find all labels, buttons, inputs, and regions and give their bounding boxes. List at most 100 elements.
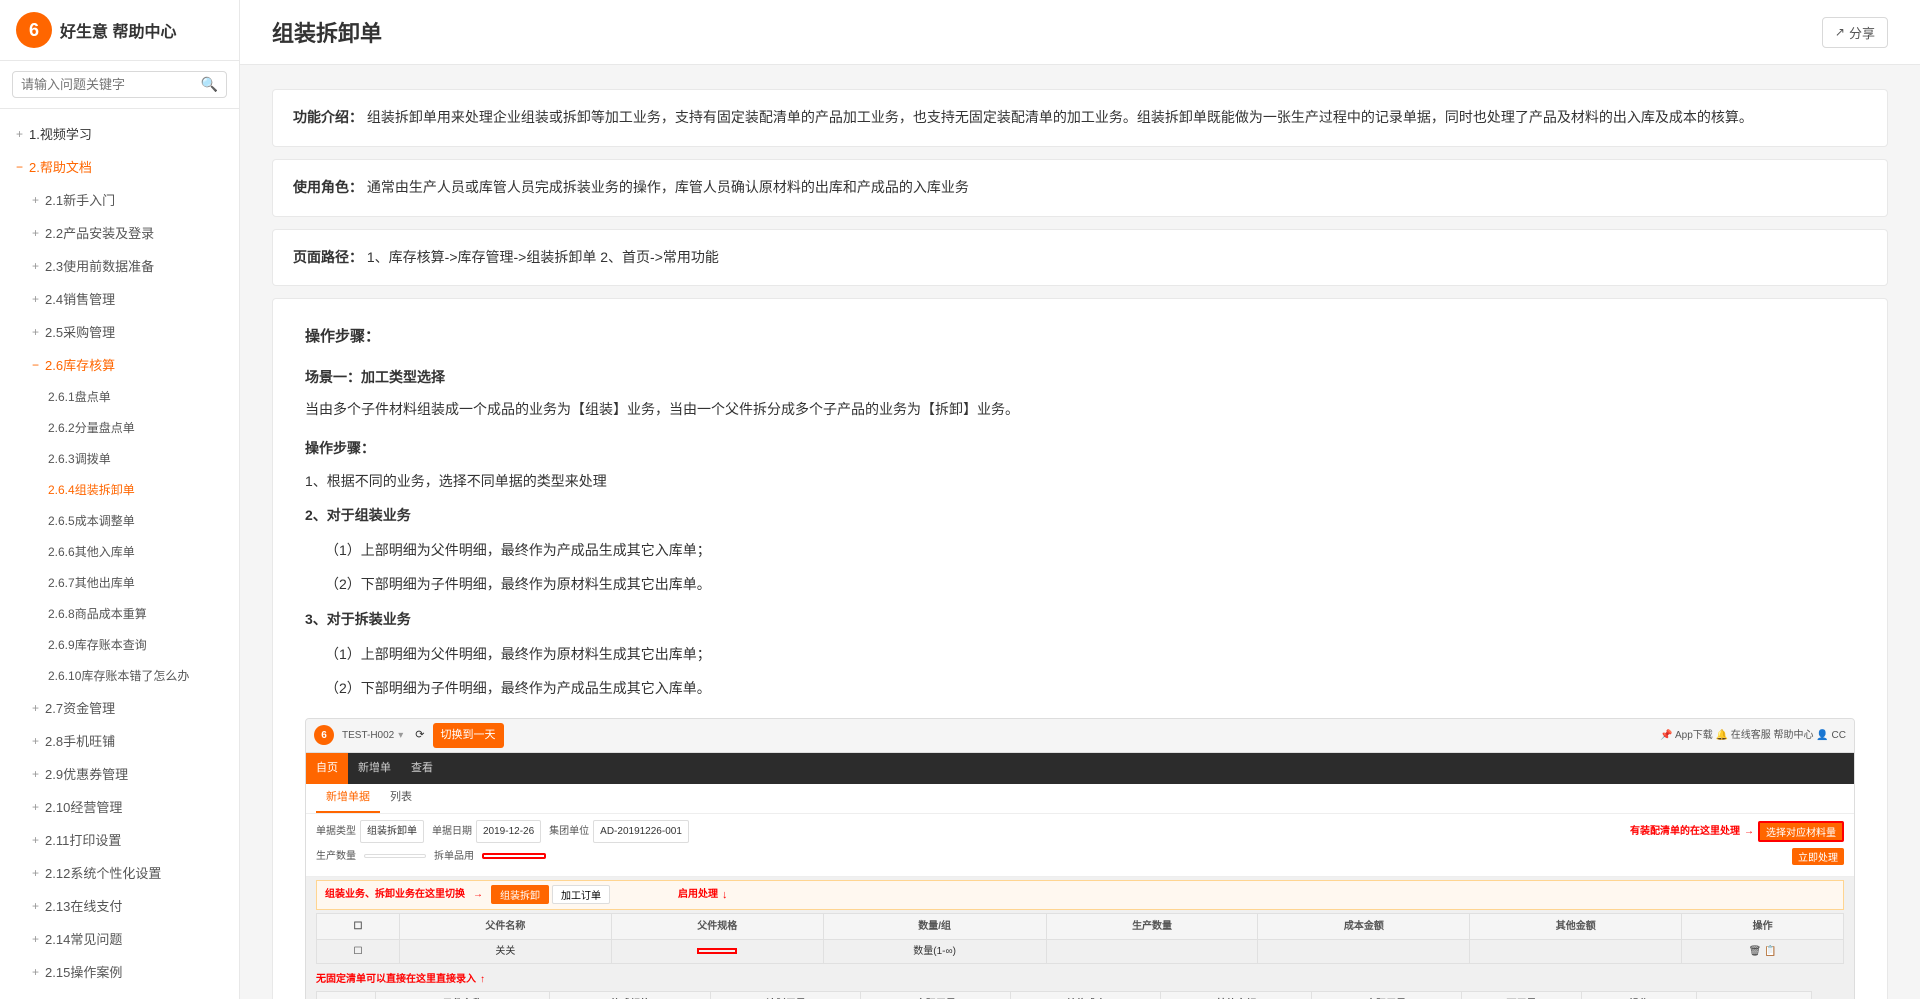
expand-icon: +	[32, 292, 39, 306]
share-button[interactable]: ↗ 分享	[1822, 17, 1888, 48]
mock-split-field[interactable]	[482, 853, 546, 859]
mock-field-code-value[interactable]: AD-20191226-001	[593, 820, 689, 843]
mock-field-type-value[interactable]: 组装拆卸单	[360, 820, 424, 843]
sidebar-item-2-6-3[interactable]: 2.6.3调拨单	[0, 443, 239, 474]
mock-topbar: 6 TEST-H002 ▾ ⟳ 切换到一天 📌 App下载 🔔 在线客服 帮助中…	[306, 719, 1854, 753]
role-block: 使用角色： 通常由生产人员或库管人员完成拆装业务的操作，库管人员确认原材料的出库…	[272, 159, 1888, 217]
sidebar-item-2-11[interactable]: + 2.11打印设置	[0, 823, 239, 856]
mock-form-row2: 生产数量 拆单品用 立即处理	[316, 847, 1844, 866]
sidebar-item-label: 2.5采购管理	[45, 322, 115, 341]
mock-tab-create[interactable]: 新增单据	[316, 784, 380, 813]
sidebar-item-2-15[interactable]: + 2.15操作案例	[0, 955, 239, 988]
sidebar-item-label: 2.6.2分量盘点单	[48, 419, 135, 436]
mock-confirm-btn[interactable]: 立即处理	[1792, 848, 1844, 865]
step2-sub1: （1）上部明细为父件明细，最终作为产成品生成其它入库单；	[305, 537, 1855, 564]
sidebar-item-label: 2.10经营管理	[45, 797, 122, 816]
mock-nav-new[interactable]: 新增单	[348, 753, 401, 784]
mock-annotation4-arrow: ↓	[722, 885, 728, 906]
mock-row1-name: 关关	[399, 940, 611, 964]
mock-row1-qty-group: 数量(1-∞)	[823, 940, 1046, 964]
search-icon[interactable]: 🔍	[201, 76, 218, 93]
expand-icon: +	[32, 932, 39, 946]
mock-form-row1: 单据类型 组装拆卸单 单据日期 2019-12-26 集团单位 AD-20191…	[316, 820, 1844, 843]
sidebar-item-2-6[interactable]: − 2.6库存核算	[0, 348, 239, 381]
mock-production-qty[interactable]	[364, 854, 426, 858]
sidebar-item-label: 2.12系统个性化设置	[45, 863, 161, 882]
steps-title: 操作步骤：	[305, 435, 1855, 462]
sidebar-item-2-6-8[interactable]: 2.6.8商品成本重算	[0, 598, 239, 629]
mock-type-process[interactable]: 加工订单	[552, 885, 610, 904]
mock-type-assemble[interactable]: 组装拆卸	[491, 885, 549, 904]
sidebar-item-2-8[interactable]: + 2.8手机旺铺	[0, 724, 239, 757]
mock-nav-home[interactable]: 自页	[306, 753, 348, 784]
screenshot-container: 6 TEST-H002 ▾ ⟳ 切换到一天 📌 App下载 🔔 在线客服 帮助中…	[305, 718, 1855, 999]
mock-row1-spec-field[interactable]	[697, 948, 737, 954]
sidebar-item-label: 1.视频学习	[29, 124, 92, 143]
sidebar-item-2-6-5[interactable]: 2.6.5成本调整单	[0, 505, 239, 536]
sidebar-item-2-12[interactable]: + 2.12系统个性化设置	[0, 856, 239, 889]
mock-row1-op[interactable]: 🗑 📋	[1682, 940, 1844, 964]
mock-bcol-unit-cost: 单位成本	[1011, 992, 1161, 999]
search-box[interactable]: 🔍	[12, 71, 227, 98]
mock-col-parent-spec: 父件规格	[611, 914, 823, 940]
mock-bcol-avail: 可用量	[1461, 992, 1582, 999]
logo-icon: 6	[16, 12, 52, 48]
mock-annotation5-text: 无固定清单可以直接在这里直接录入	[316, 970, 476, 989]
sidebar-item-2-13[interactable]: + 2.13在线支付	[0, 889, 239, 922]
sidebar-item-label: 2.帮助文档	[29, 157, 92, 176]
sidebar-item-docs[interactable]: − 2.帮助文档	[0, 150, 239, 183]
mock-row1-check[interactable]: ☐	[317, 940, 400, 964]
sidebar-item-2-5[interactable]: + 2.5采购管理	[0, 315, 239, 348]
step1: 1、根据不同的业务，选择不同单据的类型来处理	[305, 468, 1855, 495]
mock-bcol-plan: 计划用量	[711, 992, 861, 999]
sidebar-item-2-9[interactable]: + 2.9优惠券管理	[0, 757, 239, 790]
mock-bottom-table: ☐ 子件名称 款式规格 计划用量 实际用量 单位成本 其他金额 实际用量 可用量	[316, 991, 1844, 999]
mock-field-date: 单据日期 2019-12-26	[432, 820, 541, 843]
sidebar-item-2-6-6[interactable]: 2.6.6其他入库单	[0, 536, 239, 567]
mock-field-date-value[interactable]: 2019-12-26	[476, 820, 541, 843]
step3: 3、对于拆装业务	[305, 606, 1855, 633]
role-text: 通常由生产人员或库管人员完成拆装业务的操作，库管人员确认原材料的出库和产成品的入…	[367, 179, 969, 195]
mock-top-table: ☐ 父件名称 父件规格 数量/组 生产数量 成本金额 其他金额 操作	[316, 913, 1844, 964]
expand-icon: +	[32, 259, 39, 273]
mock-row2-label: 生产数量	[316, 847, 356, 866]
mock-nav-view[interactable]: 查看	[401, 753, 443, 784]
mock-row1-cost	[1258, 940, 1470, 964]
logo-area: 6 好生意 帮助中心	[0, 0, 239, 61]
sidebar-item-2-6-7[interactable]: 2.6.7其他出库单	[0, 567, 239, 598]
mock-select-material-btn[interactable]: 选择对应材料量	[1758, 821, 1844, 842]
mock-annotation3-text: 组装业务、拆卸业务在这里切换	[325, 885, 465, 904]
sidebar-item-video[interactable]: + 1.视频学习	[0, 117, 239, 150]
mock-tabs-area: 新增单据 列表	[306, 784, 1854, 814]
sidebar-item-label: 2.6.9库存账本查询	[48, 636, 147, 653]
mock-switch-btn[interactable]: 切换到一天	[433, 723, 504, 748]
sidebar-item-2-3[interactable]: + 2.3使用前数据准备	[0, 249, 239, 282]
mock-field-code: 集团单位 AD-20191226-001	[549, 820, 689, 843]
sidebar-item-2-6-1[interactable]: 2.6.1盘点单	[0, 381, 239, 412]
sidebar-item-label: 2.14常见问题	[45, 929, 122, 948]
mock-bcol-spec: 款式规格	[550, 992, 711, 999]
expand-icon: +	[32, 325, 39, 339]
sidebar-item-2-7[interactable]: + 2.7资金管理	[0, 691, 239, 724]
sidebar-item-2-2[interactable]: + 2.2产品安装及登录	[0, 216, 239, 249]
sidebar-item-label: 2.6.10库存账本错了怎么办	[48, 667, 189, 684]
app-name: 好生意 帮助中心	[60, 18, 176, 42]
mock-tab-list[interactable]: 列表	[380, 784, 422, 813]
mock-annotation3-arrow: →	[473, 885, 483, 904]
mock-type-switch-area: 组装业务、拆卸业务在这里切换 → 组装拆卸 加工订单 启用处理 ↓	[316, 880, 1844, 911]
sidebar-item-2-14[interactable]: + 2.14常见问题	[0, 922, 239, 955]
share-icon: ↗	[1835, 25, 1845, 39]
expand-icon: +	[32, 866, 39, 880]
sidebar-item-2-6-4[interactable]: 2.6.4组装拆卸单	[0, 474, 239, 505]
scene-desc: 当由多个子件材料组装成一个成品的业务为【组装】业务，当由一个父件拆分成多个子产品…	[305, 396, 1855, 423]
search-input[interactable]	[21, 77, 201, 92]
sidebar-item-2-6-2[interactable]: 2.6.2分量盘点单	[0, 412, 239, 443]
sidebar-item-2-6-10[interactable]: 2.6.10库存账本错了怎么办	[0, 660, 239, 691]
sidebar-item-2-6-9[interactable]: 2.6.9库存账本查询	[0, 629, 239, 660]
sidebar-item-2-1[interactable]: + 2.1新手入门	[0, 183, 239, 216]
sidebar-item-2-4[interactable]: + 2.4销售管理	[0, 282, 239, 315]
mock-bcol-icon: ↗	[1696, 992, 1811, 999]
sidebar: 6 好生意 帮助中心 🔍 + 1.视频学习 − 2.帮助文档 + 2.1新手入门…	[0, 0, 240, 999]
sidebar-item-2-10[interactable]: + 2.10经营管理	[0, 790, 239, 823]
main-content: 组装拆卸单 ↗ 分享 功能介绍： 组装拆卸单用来处理企业组装或拆卸等加工业务，支…	[240, 0, 1920, 999]
